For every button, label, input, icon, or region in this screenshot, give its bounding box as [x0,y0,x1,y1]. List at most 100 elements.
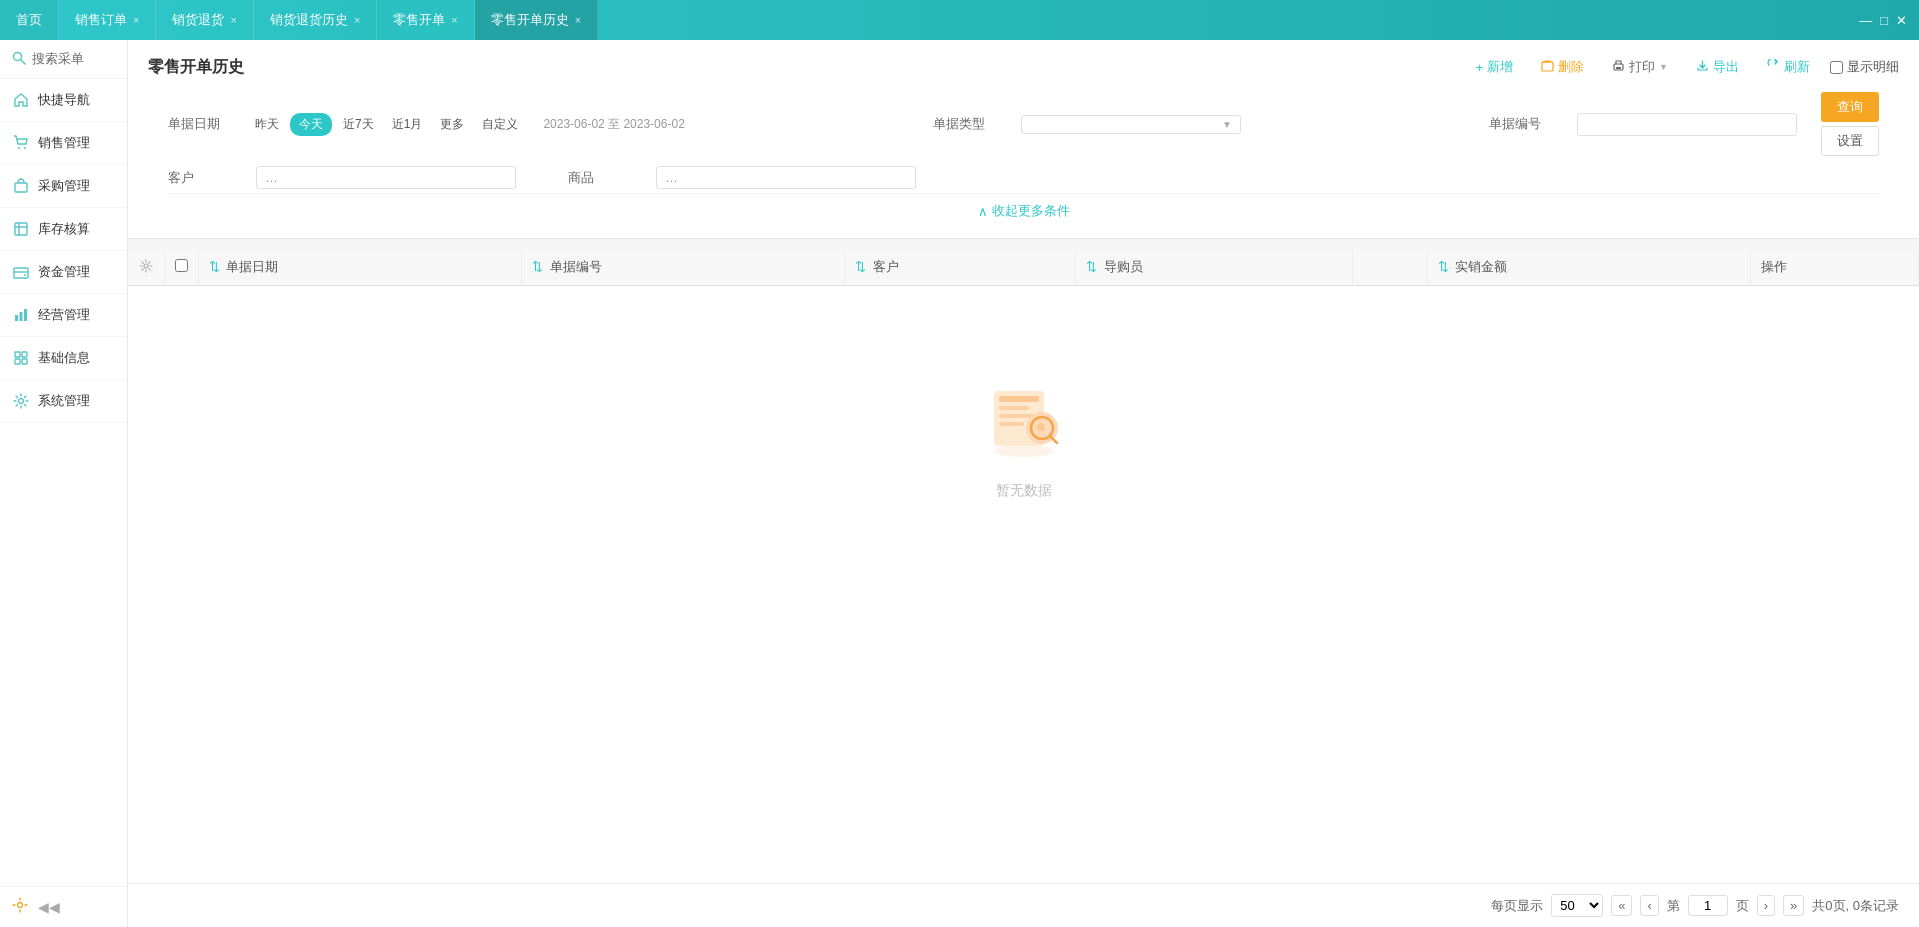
cart-icon [12,134,30,152]
maximize-button[interactable]: □ [1880,13,1888,28]
date-btn-today[interactable]: 今天 [290,113,332,136]
tab-retail-history[interactable]: 零售开单历史 × [475,0,598,40]
settings-icon [12,392,30,410]
number-filter-label: 单据编号 [1489,115,1549,133]
tab-home[interactable]: 首页 [0,0,59,40]
print-dropdown-icon[interactable]: ▼ [1659,62,1668,72]
next-page-button[interactable]: › [1757,895,1775,916]
th-checkbox[interactable] [164,249,198,286]
sidebar-item-navigation-label: 快捷导航 [38,91,90,109]
tab-retail-open[interactable]: 零售开单 × [377,0,474,40]
svg-rect-6 [14,268,28,278]
sidebar-search-label: 搜索采单 [32,50,84,68]
collapse-icon: ∧ [978,204,988,219]
sidebar-item-purchase[interactable]: 采购管理 [0,165,127,208]
filter-row-1: 单据日期 昨天 今天 近7天 近1月 更多 自定义 2023-06-02 至 2… [168,92,1879,156]
minimize-button[interactable]: — [1859,13,1872,28]
query-button[interactable]: 查询 [1821,92,1879,122]
print-icon [1612,59,1625,75]
th-guide-label: 导购员 [1104,259,1143,274]
th-customer[interactable]: ⇅ 客户 [845,249,1076,286]
svg-rect-17 [1542,62,1553,71]
date-filter-label: 单据日期 [168,115,228,133]
number-filter-input[interactable] [1577,113,1797,136]
delete-label: 删除 [1558,58,1584,76]
chart-icon [12,306,30,324]
svg-rect-5 [15,223,27,235]
tab-sales-order-label: 销售订单 [75,11,127,29]
date-filter-buttons: 昨天 今天 近7天 近1月 更多 自定义 [248,113,525,136]
tab-return-close[interactable]: × [230,14,236,26]
product-filter-select[interactable]: … [656,166,916,189]
sidebar-item-finance-label: 资金管理 [38,263,90,281]
tab-home-label: 首页 [16,11,42,29]
svg-point-0 [14,52,22,60]
tab-return-history[interactable]: 销货退货历史 × [254,0,377,40]
th-number[interactable]: ⇅ 单据编号 [521,249,844,286]
th-date[interactable]: ⇅ 单据日期 [198,249,521,286]
sidebar-item-basic[interactable]: 基础信息 [0,337,127,380]
sidebar-item-inventory-label: 库存核算 [38,220,90,238]
settings-button[interactable]: 设置 [1821,126,1879,156]
box-icon [12,220,30,238]
add-button[interactable]: + 新增 [1467,54,1521,80]
th-settings[interactable] [128,249,164,286]
show-details-checkbox[interactable] [1830,61,1843,74]
window-controls: — □ ✕ [1847,13,1919,28]
delete-button[interactable]: 删除 [1533,54,1592,80]
export-label: 导出 [1713,58,1739,76]
refresh-button[interactable]: 刷新 [1759,54,1818,80]
date-btn-1month[interactable]: 近1月 [385,113,430,136]
content-area: 零售开单历史 + 新增 删除 [128,40,1919,927]
tab-return[interactable]: 销货退货 × [156,0,253,40]
date-btn-custom[interactable]: 自定义 [475,113,525,136]
th-guide[interactable]: ⇅ 导购员 [1075,249,1352,286]
svg-point-16 [18,903,23,908]
export-button[interactable]: 导出 [1688,54,1747,80]
sidebar-search[interactable]: 搜索采单 [0,40,127,79]
svg-rect-9 [20,312,23,321]
pagination-bar: 每页显示 50 10 20 100 « ‹ 第 页 › » 共0页, 0条记录 [128,883,1919,927]
print-button[interactable]: 打印 ▼ [1604,54,1676,80]
collapse-filter-button[interactable]: ∧ 收起更多条件 [978,198,1070,224]
tab-bar: 首页 销售订单 × 销货退货 × 销货退货历史 × 零售开单 × 零售开单历史 … [0,0,1847,40]
sidebar-item-navigation[interactable]: 快捷导航 [0,79,127,122]
tab-return-history-close[interactable]: × [354,14,360,26]
collapse-icon[interactable]: ◀◀ [38,899,60,915]
date-btn-yesterday[interactable]: 昨天 [248,113,286,136]
svg-rect-19 [1616,67,1621,69]
th-amount[interactable]: ⇅ 实销金额 [1427,249,1750,286]
sidebar-item-inventory[interactable]: 库存核算 [0,208,127,251]
type-filter-select[interactable]: ▼ [1021,115,1241,134]
tab-sales-order[interactable]: 销售订单 × [59,0,156,40]
date-btn-more[interactable]: 更多 [433,113,471,136]
sidebar-item-finance[interactable]: 资金管理 [0,251,127,294]
page-label: 第 [1667,897,1680,915]
per-page-select[interactable]: 50 10 20 100 [1551,894,1603,917]
sidebar-item-operations[interactable]: 经营管理 [0,294,127,337]
page-input[interactable] [1688,895,1728,916]
show-details[interactable]: 显示明细 [1830,58,1899,76]
customer-filter-label: 客户 [168,169,228,187]
sidebar: 搜索采单 快捷导航 销售管理 采购管理 库存核算 [0,40,128,927]
svg-point-15 [19,399,24,404]
close-button[interactable]: ✕ [1896,13,1907,28]
date-btn-7days[interactable]: 近7天 [336,113,381,136]
first-page-button[interactable]: « [1611,895,1632,916]
tab-retail-open-close[interactable]: × [451,14,457,26]
tab-retail-history-close[interactable]: × [575,14,581,26]
last-page-button[interactable]: » [1783,895,1804,916]
search-icon [12,51,26,68]
sidebar-item-sales[interactable]: 销售管理 [0,122,127,165]
select-all-checkbox[interactable] [175,259,188,272]
svg-rect-26 [999,422,1024,426]
gear-icon[interactable] [12,897,28,917]
svg-rect-10 [24,309,27,321]
prev-page-button[interactable]: ‹ [1640,895,1658,916]
svg-point-30 [1037,423,1045,431]
th-number-sort-icon: ⇅ [532,259,543,274]
sidebar-item-system[interactable]: 系统管理 [0,380,127,423]
svg-line-1 [21,60,25,64]
customer-filter-select[interactable]: … [256,166,516,189]
tab-sales-order-close[interactable]: × [133,14,139,26]
